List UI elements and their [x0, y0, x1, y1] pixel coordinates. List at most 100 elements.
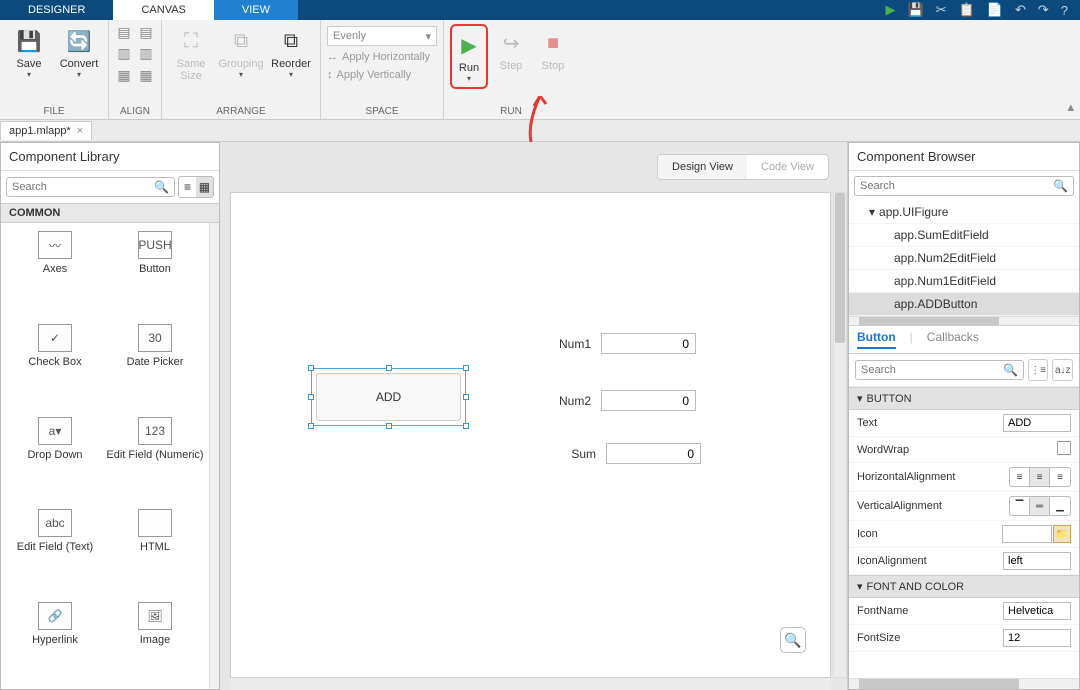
library-item[interactable]: abcEdit Field (Text) — [5, 509, 105, 588]
property-search-input[interactable]: 🔍 — [855, 360, 1024, 380]
library-item[interactable]: HTML — [105, 509, 205, 588]
play-icon: ▶ — [454, 30, 484, 60]
spacing-dropdown[interactable]: Evenly▾ — [327, 26, 437, 46]
halign-buttons[interactable]: ≡≡≡ — [1009, 467, 1071, 487]
prop-fontname-value[interactable] — [1003, 602, 1071, 620]
library-item-label: Date Picker — [127, 356, 184, 369]
design-canvas[interactable]: ADD Num1 Num2 Sum — [230, 192, 831, 678]
prop-icon-name: Icon — [857, 528, 1002, 540]
copy-icon[interactable]: 📋 — [959, 2, 975, 18]
browser-search-input[interactable]: 🔍 — [854, 176, 1074, 196]
ribbon-group-align: ALIGN — [115, 106, 155, 117]
zoom-button[interactable]: 🔍 — [780, 627, 806, 653]
reorder-icon: ⧉ — [276, 26, 306, 56]
align-left-icon[interactable]: ▤ — [115, 24, 133, 41]
align-right-icon[interactable]: ▦ — [115, 67, 133, 84]
align-center-v-icon[interactable]: ▥ — [137, 45, 155, 62]
browse-icon-button[interactable]: 📁 — [1053, 525, 1071, 543]
prop-sort-icon[interactable]: a↓z — [1052, 359, 1073, 381]
library-item[interactable]: 30 Date Picker — [105, 324, 205, 403]
tab-button-props[interactable]: Button — [857, 330, 896, 349]
ribbon-collapse-icon[interactable]: ▴ — [1067, 99, 1074, 115]
tab-view[interactable]: VIEW — [214, 0, 298, 20]
library-item-icon: 123 — [138, 417, 172, 445]
library-item[interactable]: 123Edit Field (Numeric) — [105, 417, 205, 496]
prop-wordwrap-checkbox[interactable] — [1057, 441, 1071, 455]
num1-label: Num1 — [541, 337, 591, 351]
apply-horizontally-button[interactable]: ↔Apply Horizontally — [327, 50, 430, 64]
tab-designer[interactable]: DESIGNER — [0, 0, 113, 20]
tree-hscrollbar[interactable] — [849, 316, 1079, 325]
prop-fontsize-name: FontSize — [857, 632, 1003, 644]
view-list-icon[interactable]: ≡ — [179, 177, 196, 197]
save-button[interactable]: 💾 Save ▾ — [6, 24, 52, 79]
save-big-icon: 💾 — [14, 26, 44, 56]
same-size-icon: ⛶ — [176, 26, 206, 56]
reorder-button[interactable]: ⧉ Reorder ▾ — [268, 24, 314, 79]
num2-input[interactable] — [601, 390, 696, 411]
grouping-icon: ⧉ — [226, 26, 256, 56]
tree-root[interactable]: ▾app.UIFigure — [849, 201, 1079, 224]
save-icon[interactable]: 💾 — [907, 2, 923, 18]
design-view-button[interactable]: Design View — [658, 155, 747, 179]
prop-iconalign-value[interactable] — [1003, 552, 1071, 570]
run-icon[interactable]: ▶ — [885, 2, 895, 18]
library-item-label: Image — [140, 634, 171, 647]
file-tab[interactable]: app1.mlapp* × — [0, 121, 92, 140]
align-bottom-icon[interactable]: ▦ — [137, 67, 155, 84]
num1-input[interactable] — [601, 333, 696, 354]
add-button-component[interactable]: ADD — [311, 368, 466, 426]
prop-view-icon[interactable]: ⋮≡ — [1028, 359, 1049, 381]
align-center-h-icon[interactable]: ▥ — [115, 45, 133, 62]
library-item[interactable]: 🖼Image — [105, 602, 205, 681]
prop-text-value[interactable] — [1003, 414, 1071, 432]
num1-field-group: Num1 — [541, 333, 696, 354]
paste-icon[interactable]: 📄 — [987, 2, 1003, 18]
library-item[interactable]: ✓Check Box — [5, 324, 105, 403]
grouping-button: ⧉ Grouping ▾ — [218, 24, 264, 79]
tree-item[interactable]: app.Num2EditField — [849, 247, 1079, 270]
ribbon-group-arrange: ARRANGE — [168, 106, 314, 117]
library-item-label: Edit Field (Text) — [17, 541, 93, 554]
library-item[interactable]: 〰 Axes — [5, 231, 105, 310]
view-grid-icon[interactable]: ▦ — [196, 177, 213, 197]
prop-icon-value[interactable] — [1002, 525, 1052, 543]
align-top-icon[interactable]: ▤ — [137, 24, 155, 41]
library-item-label: Axes — [43, 263, 67, 276]
library-scrollbar[interactable] — [209, 223, 219, 689]
prop-wordwrap-name: WordWrap — [857, 444, 1057, 456]
library-item[interactable]: 🔗Hyperlink — [5, 602, 105, 681]
library-search-input[interactable]: 🔍 — [6, 177, 175, 197]
library-item[interactable]: PUSHButton — [105, 231, 205, 310]
library-item-icon: 🔗 — [38, 602, 72, 630]
section-font-header[interactable]: ▾FONT AND COLOR — [849, 575, 1079, 598]
tab-canvas[interactable]: CANVAS — [113, 0, 213, 20]
run-button[interactable]: ▶ Run ▾ — [450, 24, 488, 89]
redo-icon[interactable]: ↷ — [1038, 2, 1049, 18]
help-icon[interactable]: ? — [1061, 3, 1068, 18]
prop-hscrollbar[interactable] — [849, 678, 1079, 689]
convert-button[interactable]: 🔄 Convert ▾ — [56, 24, 102, 79]
cut-icon[interactable]: ✂ — [936, 2, 947, 18]
library-item-icon: 30 — [138, 324, 172, 352]
close-file-icon[interactable]: × — [77, 125, 83, 137]
sum-input[interactable] — [606, 443, 701, 464]
canvas-hscrollbar[interactable] — [230, 678, 831, 690]
ribbon-group-space: SPACE — [327, 106, 437, 117]
section-button-header[interactable]: ▾BUTTON — [849, 387, 1079, 410]
valign-buttons[interactable]: ▔═▁ — [1009, 496, 1071, 516]
library-item-icon: ✓ — [38, 324, 72, 352]
canvas-vscrollbar[interactable] — [833, 192, 847, 678]
tree-item[interactable]: app.ADDButton — [849, 293, 1079, 316]
apply-vertically-button[interactable]: ↕Apply Vertically — [327, 68, 411, 82]
code-view-button[interactable]: Code View — [747, 155, 828, 179]
prop-iconalign-name: IconAlignment — [857, 555, 1003, 567]
library-item-icon: 〰 — [38, 231, 72, 259]
prop-fontsize-value[interactable] — [1003, 629, 1071, 647]
tree-item[interactable]: app.SumEditField — [849, 224, 1079, 247]
tree-item[interactable]: app.Num1EditField — [849, 270, 1079, 293]
tab-callbacks[interactable]: Callbacks — [927, 330, 979, 349]
library-item-label: Button — [139, 263, 171, 276]
undo-icon[interactable]: ↶ — [1015, 2, 1026, 18]
library-item[interactable]: a▾Drop Down — [5, 417, 105, 496]
